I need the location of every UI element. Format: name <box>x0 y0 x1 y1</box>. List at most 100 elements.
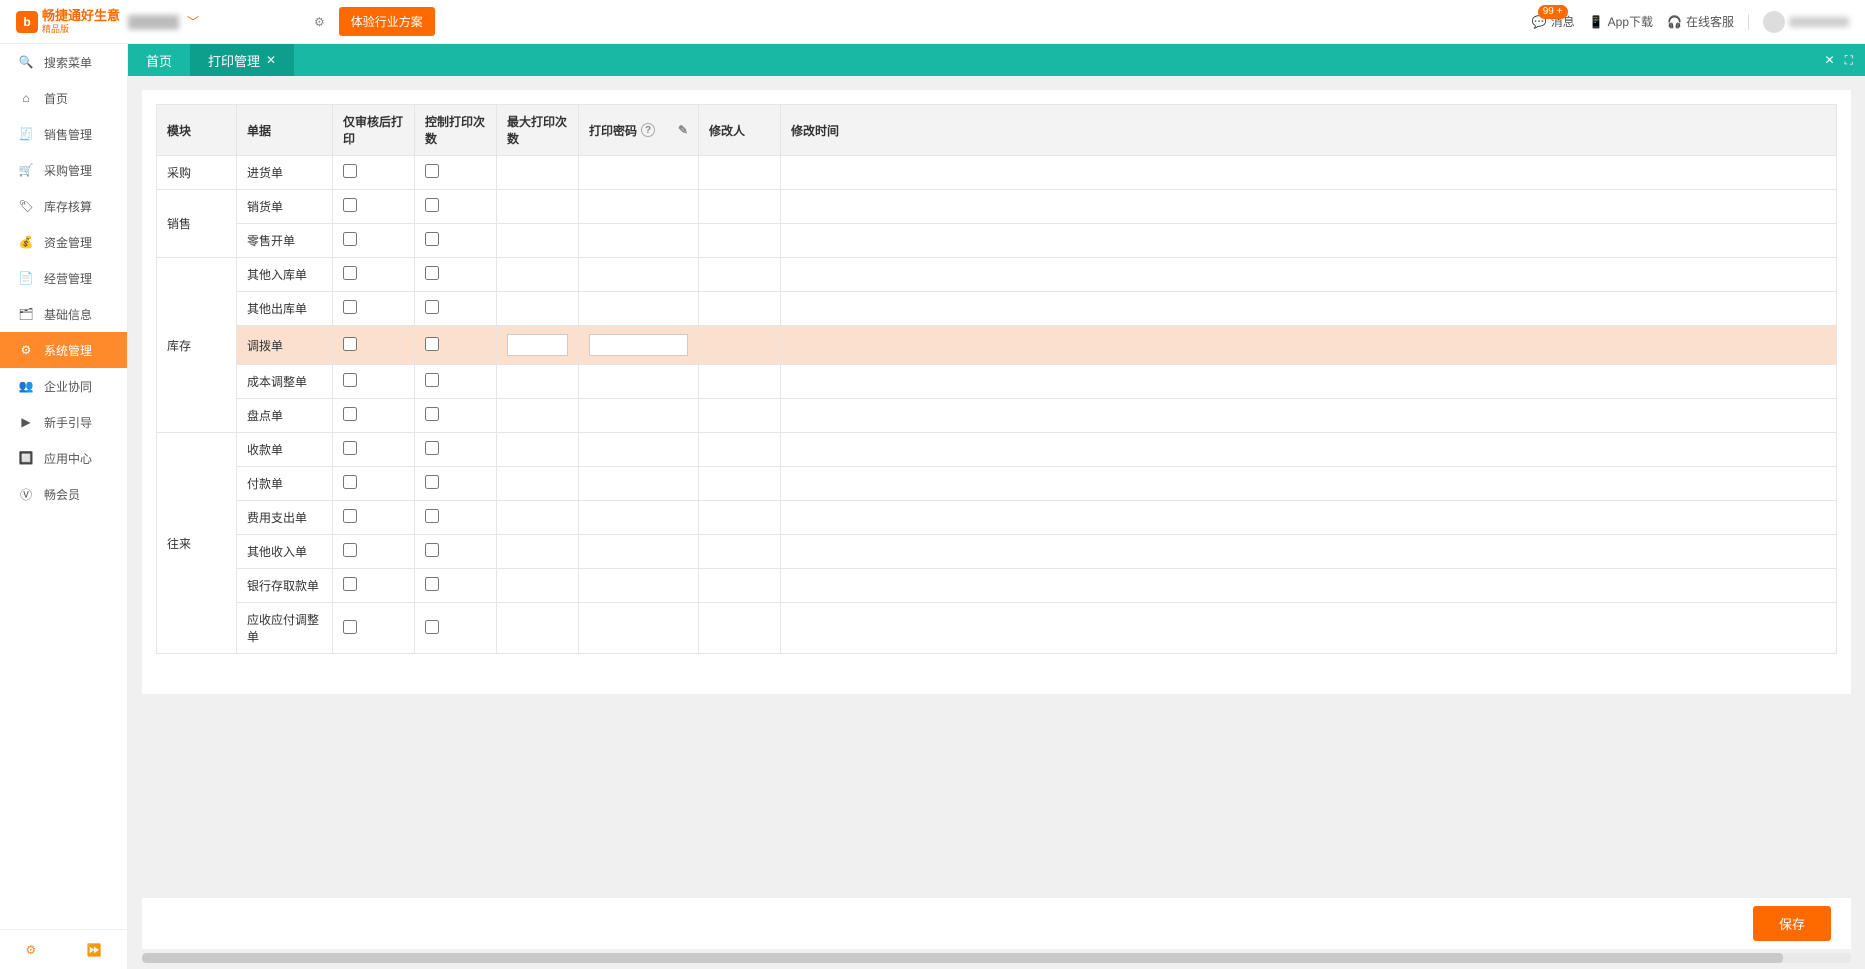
sidebar-collapse-icon[interactable]: ⏩ <box>87 943 102 957</box>
sidebar-settings-icon[interactable]: ⚙ <box>25 943 36 957</box>
audit-checkbox[interactable] <box>343 232 357 246</box>
audit-cell <box>333 365 415 399</box>
audit-checkbox[interactable] <box>343 577 357 591</box>
main-area: 首页 打印管理 ✕ ✕ ⛶ <box>128 44 1865 969</box>
sidebar-item-guide[interactable]: ▶新手引导 <box>0 404 127 440</box>
brand-edition: 精品版 <box>42 22 120 35</box>
modtime-cell <box>781 535 1837 569</box>
table-row: 往来收款单 <box>157 433 1837 467</box>
table-row: 其他收入单 <box>157 535 1837 569</box>
sidebar-item-coop[interactable]: 👥企业协同 <box>0 368 127 404</box>
audit-cell <box>333 603 415 654</box>
doc-cell: 费用支出单 <box>237 501 333 535</box>
audit-checkbox[interactable] <box>343 543 357 557</box>
audit-cell <box>333 467 415 501</box>
tab-home[interactable]: 首页 <box>128 44 190 76</box>
table-row: 成本调整单 <box>157 365 1837 399</box>
sidebar-item-base[interactable]: 🗂基础信息 <box>0 296 127 332</box>
ctrl-checkbox[interactable] <box>425 164 439 178</box>
ctrl-checkbox[interactable] <box>425 509 439 523</box>
tab-bar: 首页 打印管理 ✕ ✕ ⛶ <box>128 44 1865 76</box>
app-download-button[interactable]: 📱 App下载 <box>1589 13 1653 30</box>
audit-checkbox[interactable] <box>343 300 357 314</box>
modtime-cell <box>781 433 1837 467</box>
table-row: 销售销货单 <box>157 190 1837 224</box>
sidebar-item-vip[interactable]: Ⓥ畅会员 <box>0 476 127 512</box>
ctrl-checkbox[interactable] <box>425 373 439 387</box>
table-row: 应收应付调整单 <box>157 603 1837 654</box>
online-service-label: 在线客服 <box>1686 13 1734 30</box>
sidebar-item-label: 应用中心 <box>44 450 92 467</box>
module-cell: 往来 <box>157 433 237 654</box>
audit-checkbox[interactable] <box>343 475 357 489</box>
sidebar-item-purchase[interactable]: 🛒采购管理 <box>0 152 127 188</box>
sidebar-item-stockacct[interactable]: 🏷库存核算 <box>0 188 127 224</box>
sidebar-item-sales[interactable]: 🧾销售管理 <box>0 116 127 152</box>
sidebar-item-appcenter[interactable]: 🔲应用中心 <box>0 440 127 476</box>
sidebar-item-label: 基础信息 <box>44 306 92 323</box>
tab-home-label: 首页 <box>146 51 172 70</box>
brand-icon: b <box>16 11 38 33</box>
pwd-input[interactable] <box>589 334 688 356</box>
audit-checkbox[interactable] <box>343 509 357 523</box>
doc-cell: 其他入库单 <box>237 258 333 292</box>
audit-checkbox[interactable] <box>343 266 357 280</box>
sidebar-item-search[interactable]: 🔍搜索菜单 <box>0 44 127 80</box>
horizontal-scrollbar[interactable] <box>142 953 1851 963</box>
fullscreen-icon[interactable]: ⛶ <box>1845 53 1853 68</box>
messages-button[interactable]: 99 + 💬 消息 <box>1532 13 1575 30</box>
ctrl-checkbox[interactable] <box>425 543 439 557</box>
ctrl-cell <box>415 292 497 326</box>
edit-icon[interactable]: ✎ <box>678 123 688 137</box>
pwd-cell <box>579 224 699 258</box>
ctrl-checkbox[interactable] <box>425 407 439 421</box>
sidebar-item-label: 资金管理 <box>44 234 92 251</box>
ctrl-checkbox[interactable] <box>425 266 439 280</box>
sidebar-item-sys[interactable]: ⚙系统管理 <box>0 332 127 368</box>
ctrl-checkbox[interactable] <box>425 441 439 455</box>
user-menu[interactable] <box>1763 11 1849 33</box>
ctrl-checkbox[interactable] <box>425 198 439 212</box>
audit-checkbox[interactable] <box>343 198 357 212</box>
doc-cell: 其他出库单 <box>237 292 333 326</box>
doc-cell: 收款单 <box>237 433 333 467</box>
sidebar-item-home[interactable]: ⌂首页 <box>0 80 127 116</box>
ctrl-checkbox[interactable] <box>425 475 439 489</box>
org-selector[interactable]: ██████ ﹀ <box>128 13 308 30</box>
ctrl-checkbox[interactable] <box>425 577 439 591</box>
table-header-row: 模块 单据 仅审核后打印 控制打印次数 最大打印次数 打印密码 ? ✎ <box>157 105 1837 156</box>
industry-scheme-button[interactable]: 体验行业方案 <box>339 7 435 36</box>
modtime-cell <box>781 603 1837 654</box>
audit-checkbox[interactable] <box>343 441 357 455</box>
audit-checkbox[interactable] <box>343 620 357 634</box>
pwd-cell <box>579 190 699 224</box>
tabs-close-all-icon[interactable]: ✕ <box>1825 53 1835 67</box>
doc-cell: 付款单 <box>237 467 333 501</box>
audit-checkbox[interactable] <box>343 407 357 421</box>
sidebar-item-fund[interactable]: 💰资金管理 <box>0 224 127 260</box>
table-row: 费用支出单 <box>157 501 1837 535</box>
help-icon[interactable]: ? <box>641 123 655 137</box>
audit-checkbox[interactable] <box>343 337 357 351</box>
tab-print-manage[interactable]: 打印管理 ✕ <box>190 44 294 76</box>
ctrl-checkbox[interactable] <box>425 337 439 351</box>
sidebar-item-biz[interactable]: 📄经营管理 <box>0 260 127 296</box>
save-button[interactable]: 保存 <box>1753 906 1831 941</box>
sidebar-item-label: 搜索菜单 <box>44 54 92 71</box>
audit-checkbox[interactable] <box>343 164 357 178</box>
tab-close-icon[interactable]: ✕ <box>266 53 276 67</box>
settings-icon[interactable]: ⚙ <box>314 15 325 29</box>
th-max: 最大打印次数 <box>497 105 579 156</box>
avatar <box>1763 11 1785 33</box>
th-pwd: 打印密码 ? ✎ <box>579 105 699 156</box>
ctrl-checkbox[interactable] <box>425 232 439 246</box>
ctrl-checkbox[interactable] <box>425 300 439 314</box>
ctrl-checkbox[interactable] <box>425 620 439 634</box>
audit-checkbox[interactable] <box>343 373 357 387</box>
online-service-button[interactable]: 🎧 在线客服 <box>1667 13 1734 30</box>
module-cell: 销售 <box>157 190 237 258</box>
scrollbar-thumb[interactable] <box>142 953 1783 963</box>
max-input[interactable] <box>507 334 568 356</box>
modifier-cell <box>699 535 781 569</box>
coop-icon: 👥 <box>18 378 34 394</box>
